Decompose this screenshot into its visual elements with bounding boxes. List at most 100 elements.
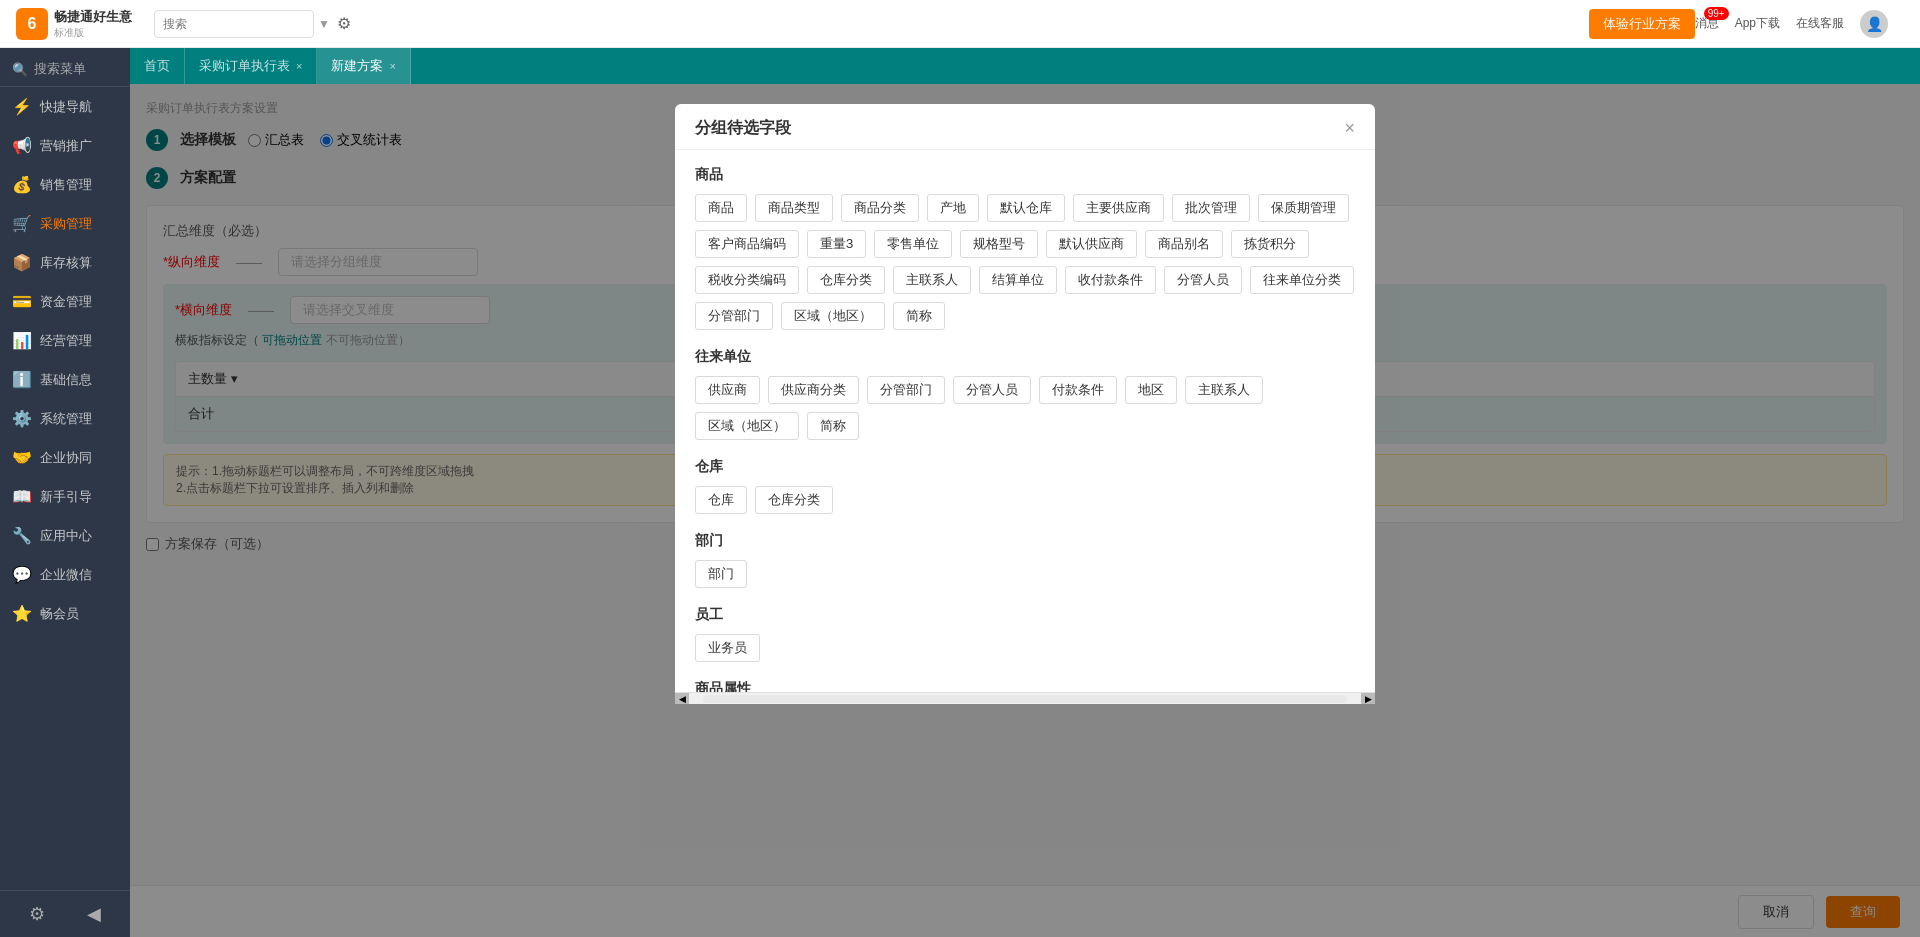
- tag-warehouse-cat[interactable]: 仓库分类: [755, 486, 833, 514]
- sidebar-item-finance[interactable]: 💳 资金管理: [0, 282, 130, 321]
- tag-supplier[interactable]: 供应商: [695, 376, 760, 404]
- sidebar-item-quick-nav[interactable]: ⚡ 快捷导航: [0, 87, 130, 126]
- sidebar-item-inventory[interactable]: 📦 库存核算: [0, 243, 130, 282]
- logo-area: 6 畅捷通好生意 标准版: [16, 8, 146, 40]
- tag-customer-code[interactable]: 客户商品编码: [695, 230, 799, 258]
- tag-product-type[interactable]: 商品类型: [755, 194, 833, 222]
- sidebar-label-finance: 资金管理: [40, 293, 92, 311]
- sidebar-label-wechat: 企业微信: [40, 566, 92, 584]
- tag-product[interactable]: 商品: [695, 194, 747, 222]
- tag-product-category[interactable]: 商品分类: [841, 194, 919, 222]
- header-right-area: 消息 99+ App下载 在线客服 👤: [1695, 10, 1904, 38]
- sidebar-label-sales: 销售管理: [40, 176, 92, 194]
- scroll-track: [703, 695, 1347, 703]
- scroll-right-btn[interactable]: ▶: [1361, 693, 1375, 704]
- sidebar-search-item[interactable]: 🔍 搜索菜单: [0, 52, 130, 87]
- tab-purchase-exec-label: 采购订单执行表: [199, 57, 290, 75]
- sidebar-item-wechat[interactable]: 💬 企业微信: [0, 555, 130, 594]
- tag-tax-code[interactable]: 税收分类编码: [695, 266, 799, 294]
- tag-origin[interactable]: 产地: [927, 194, 979, 222]
- tag-main-contact[interactable]: 主联系人: [893, 266, 971, 294]
- basic-info-icon: ℹ️: [12, 370, 32, 389]
- sidebar-label-marketing: 营销推广: [40, 137, 92, 155]
- sidebar-item-basic-info[interactable]: ℹ️ 基础信息: [0, 360, 130, 399]
- section-warehouse-tags: 仓库 仓库分类: [695, 486, 1355, 514]
- tag-supervisor[interactable]: 分管人员: [1164, 266, 1242, 294]
- tag-warehouse[interactable]: 仓库: [695, 486, 747, 514]
- tag-retail-unit[interactable]: 零售单位: [874, 230, 952, 258]
- notification-badge[interactable]: 消息 99+: [1695, 15, 1719, 32]
- app-download-link[interactable]: App下载: [1735, 15, 1780, 32]
- sidebar-item-operations[interactable]: 📊 经营管理: [0, 321, 130, 360]
- tag-dept-partner[interactable]: 分管部门: [867, 376, 945, 404]
- tag-dept-managed[interactable]: 分管部门: [695, 302, 773, 330]
- search-dropdown-icon[interactable]: ▼: [318, 17, 330, 31]
- sidebar-item-guide[interactable]: 📖 新手引导: [0, 477, 130, 516]
- sidebar-item-member[interactable]: ⭐ 畅会员: [0, 594, 130, 633]
- tag-batch-mgmt[interactable]: 批次管理: [1172, 194, 1250, 222]
- trial-button[interactable]: 体验行业方案: [1589, 9, 1695, 39]
- tag-default-supplier[interactable]: 默认供应商: [1046, 230, 1137, 258]
- sales-icon: 💰: [12, 175, 32, 194]
- tag-product-alias[interactable]: 商品别名: [1145, 230, 1223, 258]
- tag-payment-cond[interactable]: 付款条件: [1039, 376, 1117, 404]
- sidebar-item-marketing[interactable]: 📢 营销推广: [0, 126, 130, 165]
- app-logo-icon: 6: [16, 8, 48, 40]
- section-partner-title: 往来单位: [695, 348, 1355, 366]
- online-service-link[interactable]: 在线客服: [1796, 15, 1844, 32]
- modal-close-button[interactable]: ×: [1344, 118, 1355, 139]
- tag-short-name-product[interactable]: 简称: [893, 302, 945, 330]
- tag-partner-category[interactable]: 往来单位分类: [1250, 266, 1354, 294]
- tag-payment-terms[interactable]: 收付款条件: [1065, 266, 1156, 294]
- top-header: 6 畅捷通好生意 标准版 ▼ ⚙ 体验行业方案 消息 99+ App下载 在线客…: [0, 0, 1920, 48]
- user-avatar[interactable]: 👤: [1860, 10, 1888, 38]
- sidebar-item-sales[interactable]: 💰 销售管理: [0, 165, 130, 204]
- tab-new-plan[interactable]: 新建方案 ×: [317, 48, 410, 84]
- tag-supervisor-partner[interactable]: 分管人员: [953, 376, 1031, 404]
- sidebar-item-system[interactable]: ⚙️ 系统管理: [0, 399, 130, 438]
- sidebar-item-collaboration[interactable]: 🤝 企业协同: [0, 438, 130, 477]
- tag-spec-model[interactable]: 规格型号: [960, 230, 1038, 258]
- sidebar-label-quick-nav: 快捷导航: [40, 98, 92, 116]
- collab-icon: 🤝: [12, 448, 32, 467]
- sidebar-settings-btn[interactable]: ⚙: [29, 903, 45, 925]
- tab-new-plan-close[interactable]: ×: [389, 60, 395, 72]
- header-search-input[interactable]: [154, 10, 314, 38]
- settings-icon[interactable]: ⚙: [330, 10, 358, 38]
- system-icon: ⚙️: [12, 409, 32, 428]
- sidebar-label-system: 系统管理: [40, 410, 92, 428]
- sidebar-collapse-btn[interactable]: ◀: [87, 903, 101, 925]
- notification-count: 99+: [1704, 7, 1729, 20]
- modal-body[interactable]: 商品 商品 商品类型 商品分类 产地 默认仓库 主要供应商 批次管理 保质期管理…: [675, 150, 1375, 692]
- tag-main-supplier[interactable]: 主要供应商: [1073, 194, 1164, 222]
- sidebar-item-purchase[interactable]: 🛒 采购管理: [0, 204, 130, 243]
- section-warehouse: 仓库 仓库 仓库分类: [695, 458, 1355, 514]
- tag-short-name-partner[interactable]: 简称: [807, 412, 859, 440]
- tag-warehouse-category[interactable]: 仓库分类: [807, 266, 885, 294]
- tab-purchase-exec-close[interactable]: ×: [296, 60, 302, 72]
- purchase-icon: 🛒: [12, 214, 32, 233]
- scroll-left-btn[interactable]: ◀: [675, 693, 689, 704]
- tag-settlement-unit[interactable]: 结算单位: [979, 266, 1057, 294]
- tab-purchase-exec[interactable]: 采购订单执行表 ×: [185, 48, 317, 84]
- tag-default-warehouse[interactable]: 默认仓库: [987, 194, 1065, 222]
- tag-weight3[interactable]: 重量3: [807, 230, 866, 258]
- tag-salesperson[interactable]: 业务员: [695, 634, 760, 662]
- section-partner: 往来单位 供应商 供应商分类 分管部门 分管人员 付款条件 地区 主联系人 区域…: [695, 348, 1355, 440]
- tag-area[interactable]: 地区: [1125, 376, 1177, 404]
- tag-region-product[interactable]: 区域（地区）: [781, 302, 885, 330]
- sidebar-label-basic-info: 基础信息: [40, 371, 92, 389]
- section-product: 商品 商品 商品类型 商品分类 产地 默认仓库 主要供应商 批次管理 保质期管理…: [695, 166, 1355, 330]
- tag-main-contact-partner[interactable]: 主联系人: [1185, 376, 1263, 404]
- tab-new-plan-label: 新建方案: [331, 57, 383, 75]
- tag-dept[interactable]: 部门: [695, 560, 747, 588]
- tag-shelf-life[interactable]: 保质期管理: [1258, 194, 1349, 222]
- tag-pick-points[interactable]: 拣货积分: [1231, 230, 1309, 258]
- tab-home[interactable]: 首页: [130, 48, 185, 84]
- modal-bottom-scrollbar[interactable]: ◀ ▶: [675, 692, 1375, 704]
- sidebar: 🔍 搜索菜单 ⚡ 快捷导航 📢 营销推广 💰 销售管理 🛒 采购管理 📦 库存核…: [0, 48, 130, 937]
- tag-supplier-category[interactable]: 供应商分类: [768, 376, 859, 404]
- sidebar-item-app-center[interactable]: 🔧 应用中心: [0, 516, 130, 555]
- marketing-icon: 📢: [12, 136, 32, 155]
- tag-region-partner[interactable]: 区域（地区）: [695, 412, 799, 440]
